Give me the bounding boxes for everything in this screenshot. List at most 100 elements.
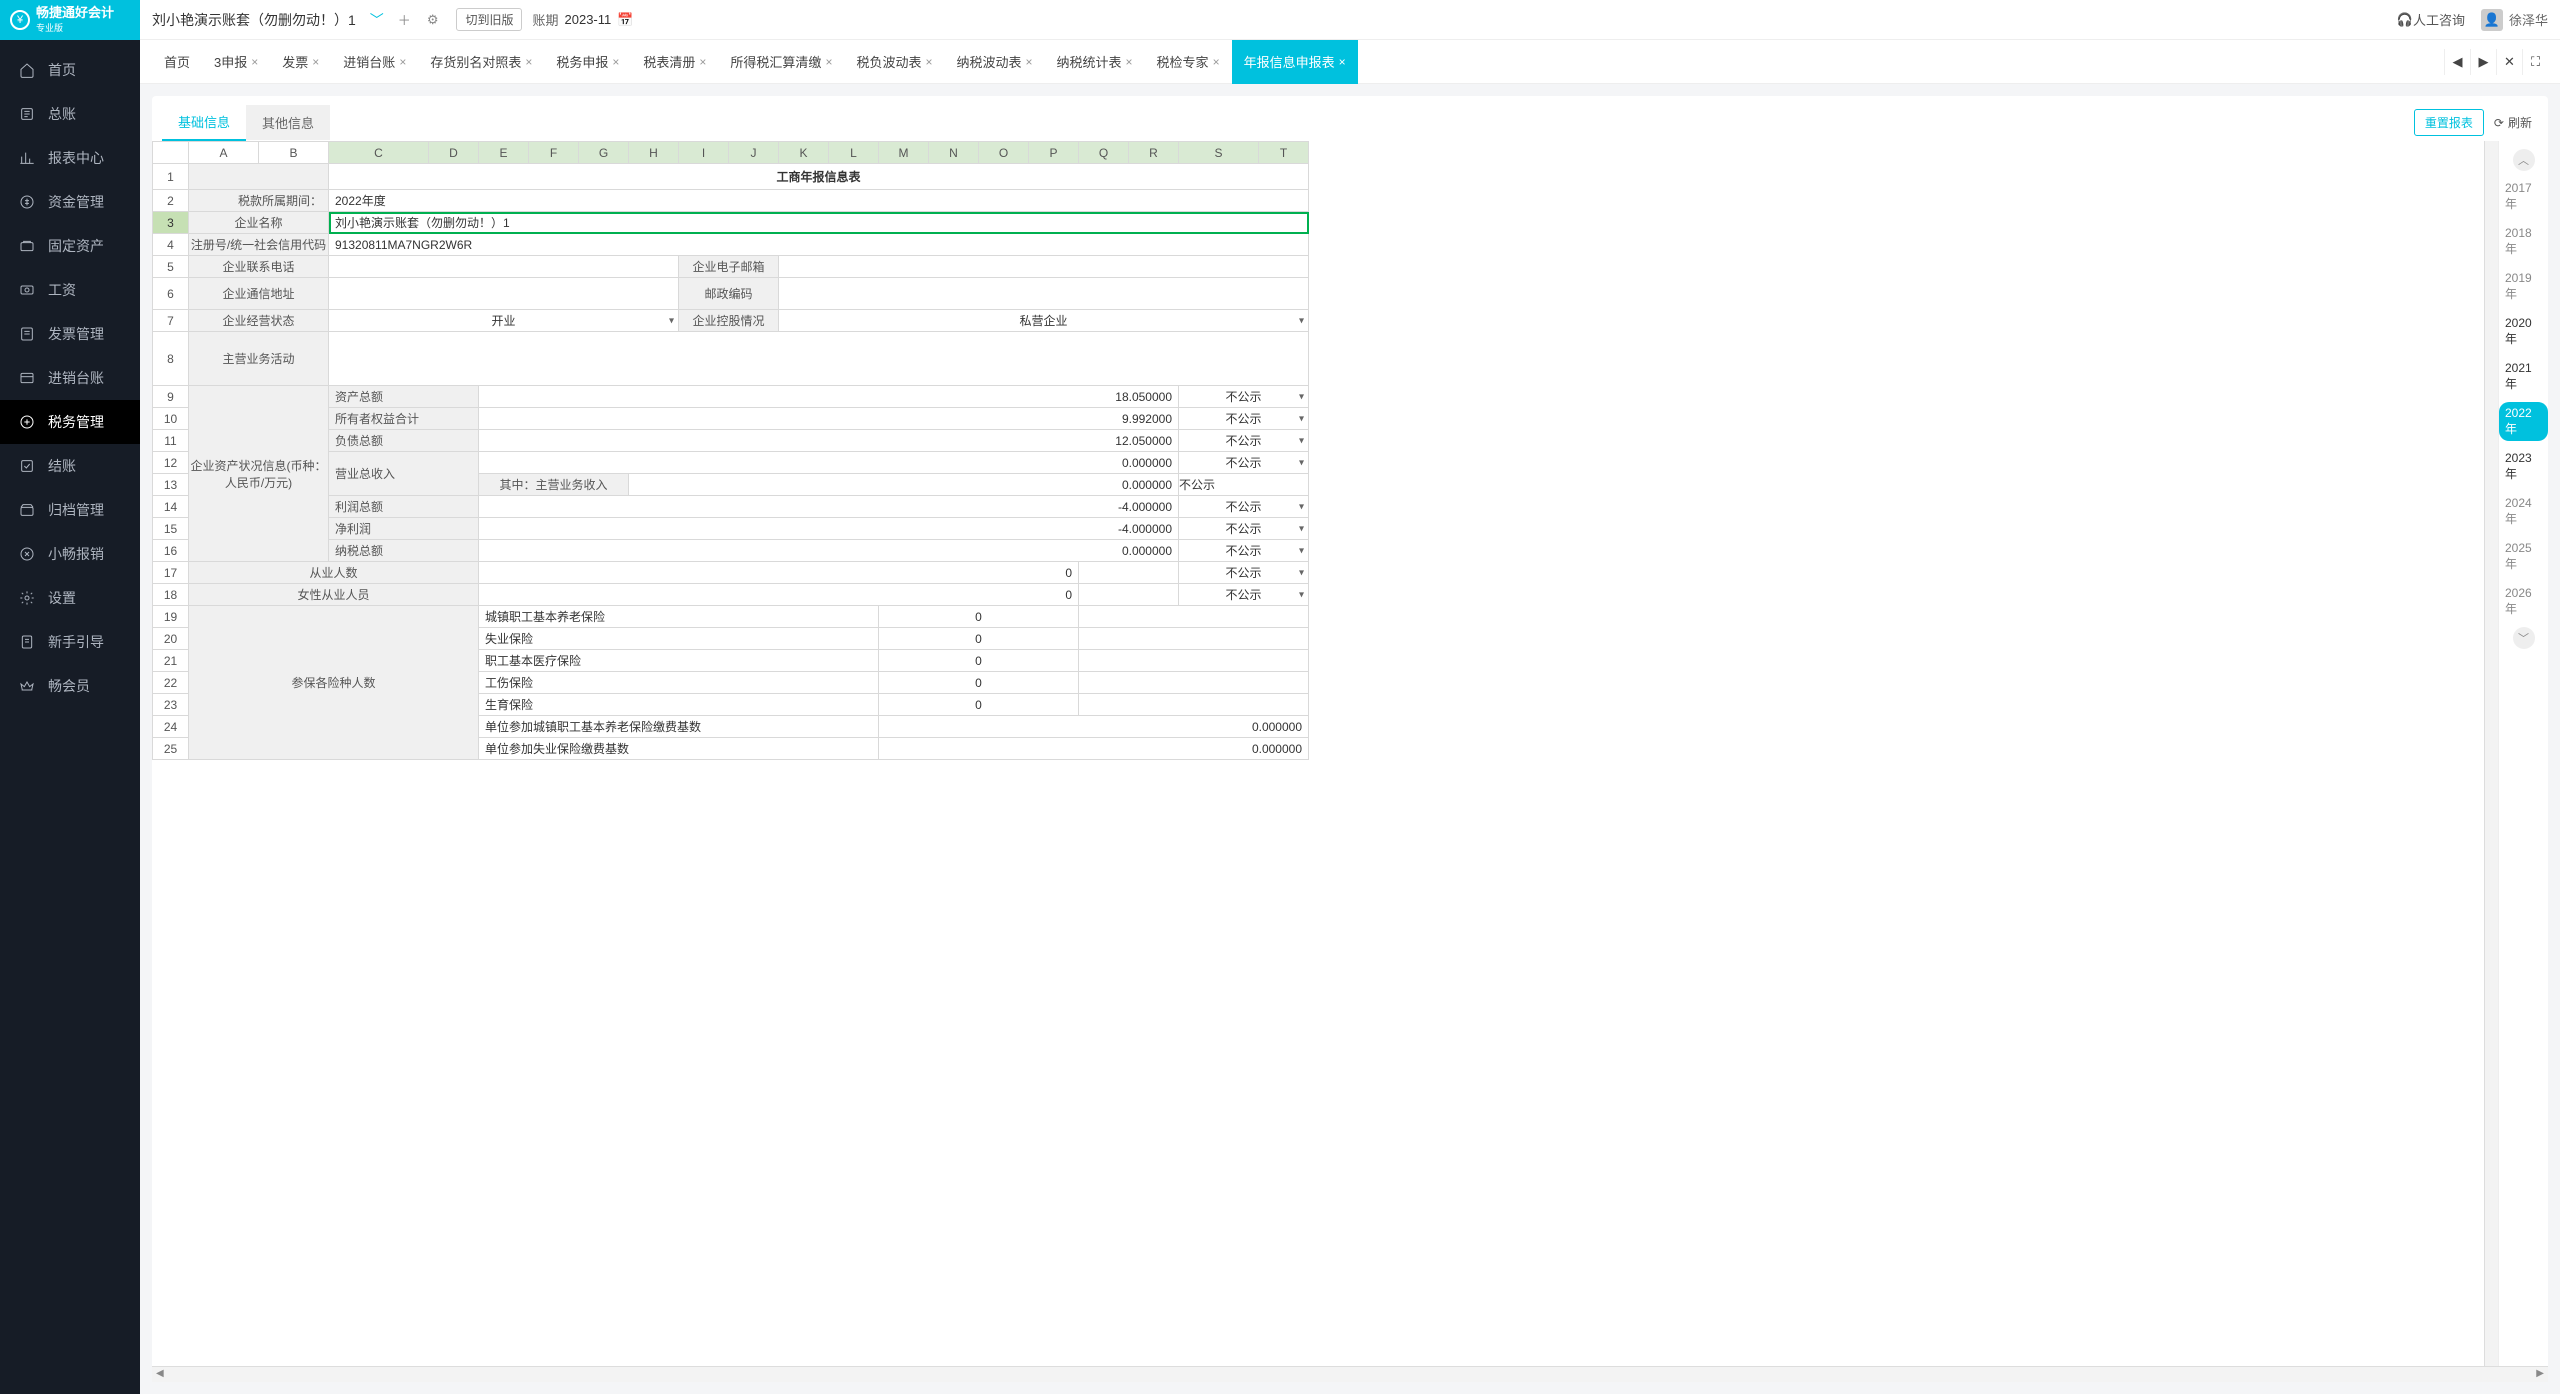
r10-val[interactable]: 9.992000 bbox=[479, 408, 1179, 430]
tab-0[interactable]: 首页 bbox=[152, 40, 202, 84]
tabs-prev-icon[interactable]: ◀ bbox=[2444, 49, 2470, 75]
horizontal-scrollbar[interactable] bbox=[152, 1366, 2548, 1382]
r11-pub[interactable]: 不公示 bbox=[1179, 430, 1309, 452]
tab-9[interactable]: 纳税波动表× bbox=[944, 40, 1044, 84]
col-P[interactable]: P bbox=[1029, 142, 1079, 164]
reset-button[interactable]: 重置报表 bbox=[2414, 109, 2484, 136]
nav-vip[interactable]: 畅会员 bbox=[0, 664, 140, 708]
r12-pub[interactable]: 不公示 bbox=[1179, 452, 1309, 474]
nav-expense[interactable]: 小畅报销 bbox=[0, 532, 140, 576]
tab-3[interactable]: 进销台账× bbox=[331, 40, 418, 84]
nav-home[interactable]: 首页 bbox=[0, 48, 140, 92]
r11-val[interactable]: 12.050000 bbox=[479, 430, 1179, 452]
tab-close-icon[interactable]: × bbox=[1339, 55, 1346, 69]
tab-close-icon[interactable]: × bbox=[399, 55, 406, 69]
tabs-fullscreen-icon[interactable]: ⛶ bbox=[2522, 49, 2548, 75]
tab-close-icon[interactable]: × bbox=[699, 55, 706, 69]
year-2020[interactable]: 2020年 bbox=[2499, 312, 2548, 351]
r12-val[interactable]: 0.000000 bbox=[479, 452, 1179, 474]
nav-salary[interactable]: 工资 bbox=[0, 268, 140, 312]
nav-reports[interactable]: 报表中心 bbox=[0, 136, 140, 180]
year-2023[interactable]: 2023年 bbox=[2499, 447, 2548, 486]
r25-val[interactable]: 0.000000 bbox=[879, 738, 1309, 760]
subtab-basic[interactable]: 基础信息 bbox=[162, 104, 246, 141]
account-dropdown-icon[interactable]: ﹀ bbox=[364, 10, 390, 30]
gear-icon[interactable]: ⚙ bbox=[419, 12, 447, 28]
r18-pub[interactable]: 不公示 bbox=[1179, 584, 1309, 606]
tab-11[interactable]: 税检专家× bbox=[1145, 40, 1232, 84]
tab-close-icon[interactable]: × bbox=[525, 55, 532, 69]
tab-close-icon[interactable]: × bbox=[825, 55, 832, 69]
col-H[interactable]: H bbox=[629, 142, 679, 164]
col-R[interactable]: R bbox=[1129, 142, 1179, 164]
subtab-other[interactable]: 其他信息 bbox=[246, 105, 330, 140]
r9-pub[interactable]: 不公示 bbox=[1179, 386, 1309, 408]
r10-pub[interactable]: 不公示 bbox=[1179, 408, 1309, 430]
r22-val[interactable]: 0 bbox=[879, 672, 1079, 694]
r7-val2[interactable]: 私营企业 bbox=[779, 310, 1309, 332]
r16-val[interactable]: 0.000000 bbox=[479, 540, 1179, 562]
col-D[interactable]: D bbox=[429, 142, 479, 164]
col-K[interactable]: K bbox=[779, 142, 829, 164]
nav-ledger[interactable]: 总账 bbox=[0, 92, 140, 136]
nav-assets[interactable]: 固定资产 bbox=[0, 224, 140, 268]
tab-close-icon[interactable]: × bbox=[925, 55, 932, 69]
r15-val[interactable]: -4.000000 bbox=[479, 518, 1179, 540]
username[interactable]: 徐泽华 bbox=[2509, 10, 2548, 29]
tab-1[interactable]: 3申报× bbox=[202, 40, 270, 84]
nav-guide[interactable]: 新手引导 bbox=[0, 620, 140, 664]
col-J[interactable]: J bbox=[729, 142, 779, 164]
r16-pub[interactable]: 不公示 bbox=[1179, 540, 1309, 562]
r4-val[interactable]: 91320811MA7NGR2W6R bbox=[329, 234, 1309, 256]
year-2026[interactable]: 2026年 bbox=[2499, 582, 2548, 621]
r3-val[interactable]: 刘小艳演示账套（勿删勿动！）1 bbox=[329, 212, 1309, 234]
tab-close-icon[interactable]: × bbox=[612, 55, 619, 69]
r8-val[interactable] bbox=[329, 332, 1309, 386]
col-T[interactable]: T bbox=[1259, 142, 1309, 164]
add-icon[interactable]: ＋ bbox=[390, 10, 419, 29]
col-F[interactable]: F bbox=[529, 142, 579, 164]
period-value[interactable]: 2023-11 bbox=[565, 12, 612, 27]
avatar-icon[interactable]: 👤 bbox=[2481, 9, 2503, 31]
year-2021[interactable]: 2021年 bbox=[2499, 357, 2548, 396]
r6-val2[interactable] bbox=[779, 278, 1309, 310]
col-S[interactable]: S bbox=[1179, 142, 1259, 164]
col-I[interactable]: I bbox=[679, 142, 729, 164]
r14-val[interactable]: -4.000000 bbox=[479, 496, 1179, 518]
spreadsheet[interactable]: AB CD EF GH IJ KL MN OP QR ST bbox=[152, 141, 2484, 1366]
year-up-icon[interactable]: ︿ bbox=[2513, 149, 2535, 171]
vertical-scrollbar[interactable] bbox=[2484, 141, 2498, 1366]
tabs-close-all-icon[interactable]: ✕ bbox=[2496, 49, 2522, 75]
old-version-button[interactable]: 切到旧版 bbox=[456, 8, 522, 31]
r9-val[interactable]: 18.050000 bbox=[479, 386, 1179, 408]
r18-val[interactable]: 0 bbox=[479, 584, 1079, 606]
r5-val2[interactable] bbox=[779, 256, 1309, 278]
year-2017[interactable]: 2017年 bbox=[2499, 177, 2548, 216]
nav-settings[interactable]: 设置 bbox=[0, 576, 140, 620]
select-all-corner[interactable] bbox=[153, 142, 189, 164]
r23-val[interactable]: 0 bbox=[879, 694, 1079, 716]
col-O[interactable]: O bbox=[979, 142, 1029, 164]
tab-10[interactable]: 纳税统计表× bbox=[1045, 40, 1145, 84]
r24-val[interactable]: 0.000000 bbox=[879, 716, 1309, 738]
nav-tax[interactable]: 税务管理 bbox=[0, 400, 140, 444]
tab-close-icon[interactable]: × bbox=[1213, 55, 1220, 69]
r17-val[interactable]: 0 bbox=[479, 562, 1079, 584]
year-down-icon[interactable]: ﹀ bbox=[2513, 627, 2535, 649]
col-G[interactable]: G bbox=[579, 142, 629, 164]
year-2022[interactable]: 2022年 bbox=[2499, 402, 2548, 441]
calendar-icon[interactable]: 📅 bbox=[617, 12, 633, 28]
tab-12[interactable]: 年报信息申报表× bbox=[1232, 40, 1358, 84]
col-N[interactable]: N bbox=[929, 142, 979, 164]
r6-val1[interactable] bbox=[329, 278, 679, 310]
col-L[interactable]: L bbox=[829, 142, 879, 164]
tab-close-icon[interactable]: × bbox=[1026, 55, 1033, 69]
year-2025[interactable]: 2025年 bbox=[2499, 537, 2548, 576]
tab-5[interactable]: 税务申报× bbox=[544, 40, 631, 84]
year-2019[interactable]: 2019年 bbox=[2499, 267, 2548, 306]
r15-pub[interactable]: 不公示 bbox=[1179, 518, 1309, 540]
col-Q[interactable]: Q bbox=[1079, 142, 1129, 164]
tabs-next-icon[interactable]: ▶ bbox=[2470, 49, 2496, 75]
nav-invoice[interactable]: 发票管理 bbox=[0, 312, 140, 356]
tab-2[interactable]: 发票× bbox=[270, 40, 331, 84]
